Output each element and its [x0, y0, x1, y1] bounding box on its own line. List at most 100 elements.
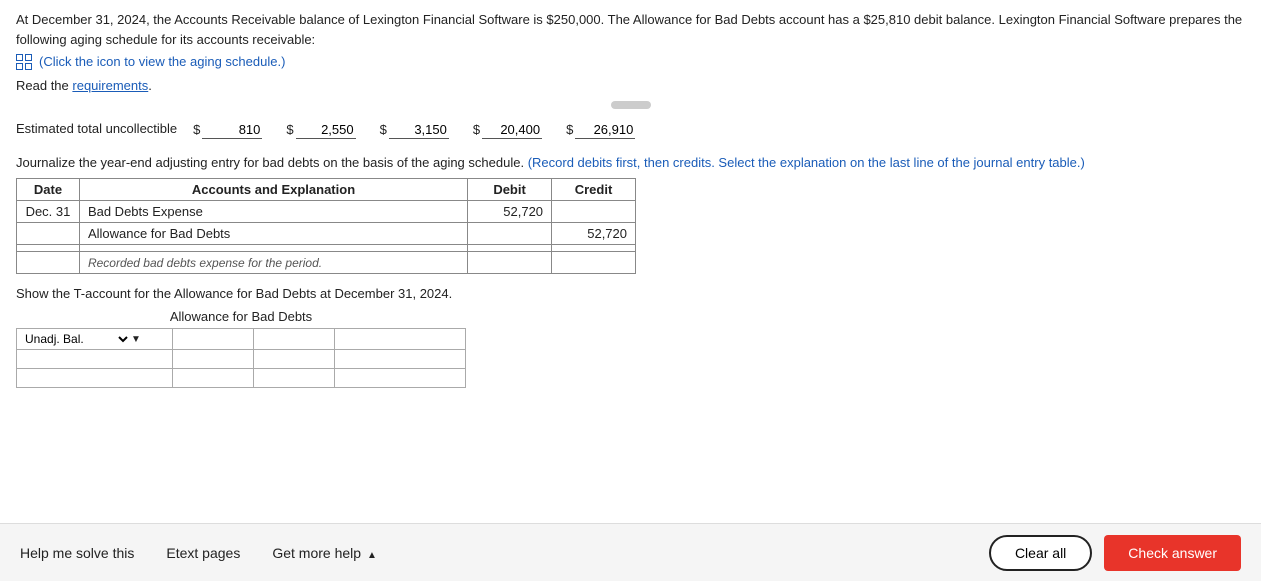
check-answer-button[interactable]: Check answer	[1104, 535, 1241, 571]
t-acct-input-2-3[interactable]	[258, 352, 330, 366]
col-accounts: Accounts and Explanation	[79, 179, 467, 201]
credit-cell-1	[552, 201, 636, 223]
journal-note-text: (Record debits first, then credits. Sele…	[528, 155, 1085, 170]
etext-pages-link[interactable]: Etext pages	[166, 545, 240, 561]
t-account-row-1: Unadj. Bal. ▼	[17, 329, 466, 350]
intro-paragraph: At December 31, 2024, the Accounts Recei…	[16, 10, 1245, 49]
footer-bar: Help me solve this Etext pages Get more …	[0, 523, 1261, 581]
t-acct-input-3-2[interactable]	[177, 371, 249, 385]
t-acct-col2-1[interactable]	[173, 329, 254, 350]
amount-input-1[interactable]	[202, 121, 262, 139]
requirements-link-text: requirements	[72, 78, 148, 93]
aging-schedule-link[interactable]: (Click the icon to view the aging schedu…	[16, 53, 285, 70]
t-acct-col1-1: Unadj. Bal. ▼	[17, 329, 173, 350]
t-acct-col2-3[interactable]	[173, 369, 254, 388]
t-account-row-2	[17, 350, 466, 369]
t-acct-input-3-4[interactable]	[339, 371, 461, 385]
amount-input-2[interactable]	[296, 121, 356, 139]
date-cell-3	[17, 245, 80, 252]
t-acct-col4-2[interactable]	[334, 350, 465, 369]
t-acct-input-1-2[interactable]	[177, 332, 249, 346]
more-help-caret: ▲	[367, 550, 377, 561]
debit-cell-2	[468, 223, 552, 245]
read-suffix: .	[148, 78, 152, 93]
unadj-bal-select[interactable]: Unadj. Bal.	[21, 331, 131, 347]
date-cell-4	[17, 252, 80, 274]
debit-cell-1: 52,720	[468, 201, 552, 223]
t-acct-col3-1[interactable]	[254, 329, 335, 350]
requirements-line: Read the requirements.	[16, 78, 1245, 93]
aging-schedule-link-text: (Click the icon to view the aging schedu…	[39, 54, 285, 69]
t-acct-input-3-1[interactable]	[21, 371, 168, 385]
amount-input-3[interactable]	[389, 121, 449, 139]
t-acct-col2-2[interactable]	[173, 350, 254, 369]
t-acct-col3-3[interactable]	[254, 369, 335, 388]
t-acct-col3-2[interactable]	[254, 350, 335, 369]
table-row	[17, 245, 636, 252]
check-answer-label: Check answer	[1128, 545, 1217, 561]
expand-pill	[611, 101, 651, 109]
estimated-label: Estimated total uncollectible	[16, 121, 177, 136]
table-row: Dec. 31 Bad Debts Expense 52,720	[17, 201, 636, 223]
debit-cell-3	[468, 245, 552, 252]
journal-note-link: (Record debits first, then credits. Sele…	[528, 155, 1085, 170]
t-acct-col1-2[interactable]	[17, 350, 173, 369]
journal-instruction: Journalize the year-end adjusting entry …	[16, 153, 1245, 173]
date-cell-2	[17, 223, 80, 245]
col-debit: Debit	[468, 179, 552, 201]
debit-cell-4	[468, 252, 552, 274]
read-text: Read the	[16, 78, 69, 93]
acct-cell-2: Allowance for Bad Debts	[79, 223, 467, 245]
t-account-section: Allowance for Bad Debts Unadj. Bal. ▼	[16, 309, 1245, 388]
clear-all-button[interactable]: Clear all	[989, 535, 1092, 571]
t-acct-col4-3[interactable]	[334, 369, 465, 388]
amount-cell-5: $	[566, 121, 635, 139]
more-help-text: Get more help	[272, 545, 361, 561]
t-account-table: Unadj. Bal. ▼	[16, 328, 466, 388]
dropdown-icon: ▼	[131, 334, 141, 345]
footer-right: Clear all Check answer	[989, 535, 1241, 571]
col-date: Date	[17, 179, 80, 201]
credit-cell-2: 52,720	[552, 223, 636, 245]
grid-icon	[16, 53, 35, 70]
dollar-5: $	[566, 122, 573, 137]
amount-inputs: $ $ $ $ $	[193, 121, 659, 139]
t-acct-input-3-3[interactable]	[258, 371, 330, 385]
etext-pages-text: Etext pages	[166, 545, 240, 561]
t-acct-input-1-4[interactable]	[339, 332, 461, 346]
credit-cell-4	[552, 252, 636, 274]
t-acct-input-2-2[interactable]	[177, 352, 249, 366]
journal-instruction-text: Journalize the year-end adjusting entry …	[16, 155, 524, 170]
t-acct-input-1-3[interactable]	[258, 332, 330, 346]
t-acct-input-2-4[interactable]	[339, 352, 461, 366]
acct-cell-1: Bad Debts Expense	[79, 201, 467, 223]
t-account-row-3	[17, 369, 466, 388]
expand-handle[interactable]	[16, 101, 1245, 109]
table-row: Allowance for Bad Debts 52,720	[17, 223, 636, 245]
more-help-link[interactable]: Get more help ▲	[272, 545, 377, 561]
help-solve-link[interactable]: Help me solve this	[20, 545, 134, 561]
estimated-row: Estimated total uncollectible $ $ $ $ $	[16, 115, 1245, 145]
acct-cell-3	[79, 245, 467, 252]
amount-cell-2: $	[286, 121, 355, 139]
dollar-3: $	[380, 122, 387, 137]
amount-cell-3: $	[380, 121, 449, 139]
t-acct-col1-3[interactable]	[17, 369, 173, 388]
journal-table: Date Accounts and Explanation Debit Cred…	[16, 178, 636, 274]
footer-left: Help me solve this Etext pages Get more …	[20, 545, 377, 561]
dollar-4: $	[473, 122, 480, 137]
t-acct-input-2-1[interactable]	[21, 352, 168, 366]
amount-cell-1: $	[193, 121, 262, 139]
amount-cell-4: $	[473, 121, 542, 139]
journal-note-italic: Recorded bad debts expense for the perio…	[88, 256, 322, 270]
credit-cell-3	[552, 245, 636, 252]
amount-input-4[interactable]	[482, 121, 542, 139]
show-t-account-text: Show the T-account for the Allowance for…	[16, 286, 1245, 301]
col-credit: Credit	[552, 179, 636, 201]
t-acct-col4-1[interactable]	[334, 329, 465, 350]
requirements-link[interactable]: requirements	[72, 78, 148, 93]
amount-input-5[interactable]	[575, 121, 635, 139]
clear-all-label: Clear all	[1015, 545, 1066, 561]
table-row: Recorded bad debts expense for the perio…	[17, 252, 636, 274]
t-account-title: Allowance for Bad Debts	[16, 309, 466, 324]
